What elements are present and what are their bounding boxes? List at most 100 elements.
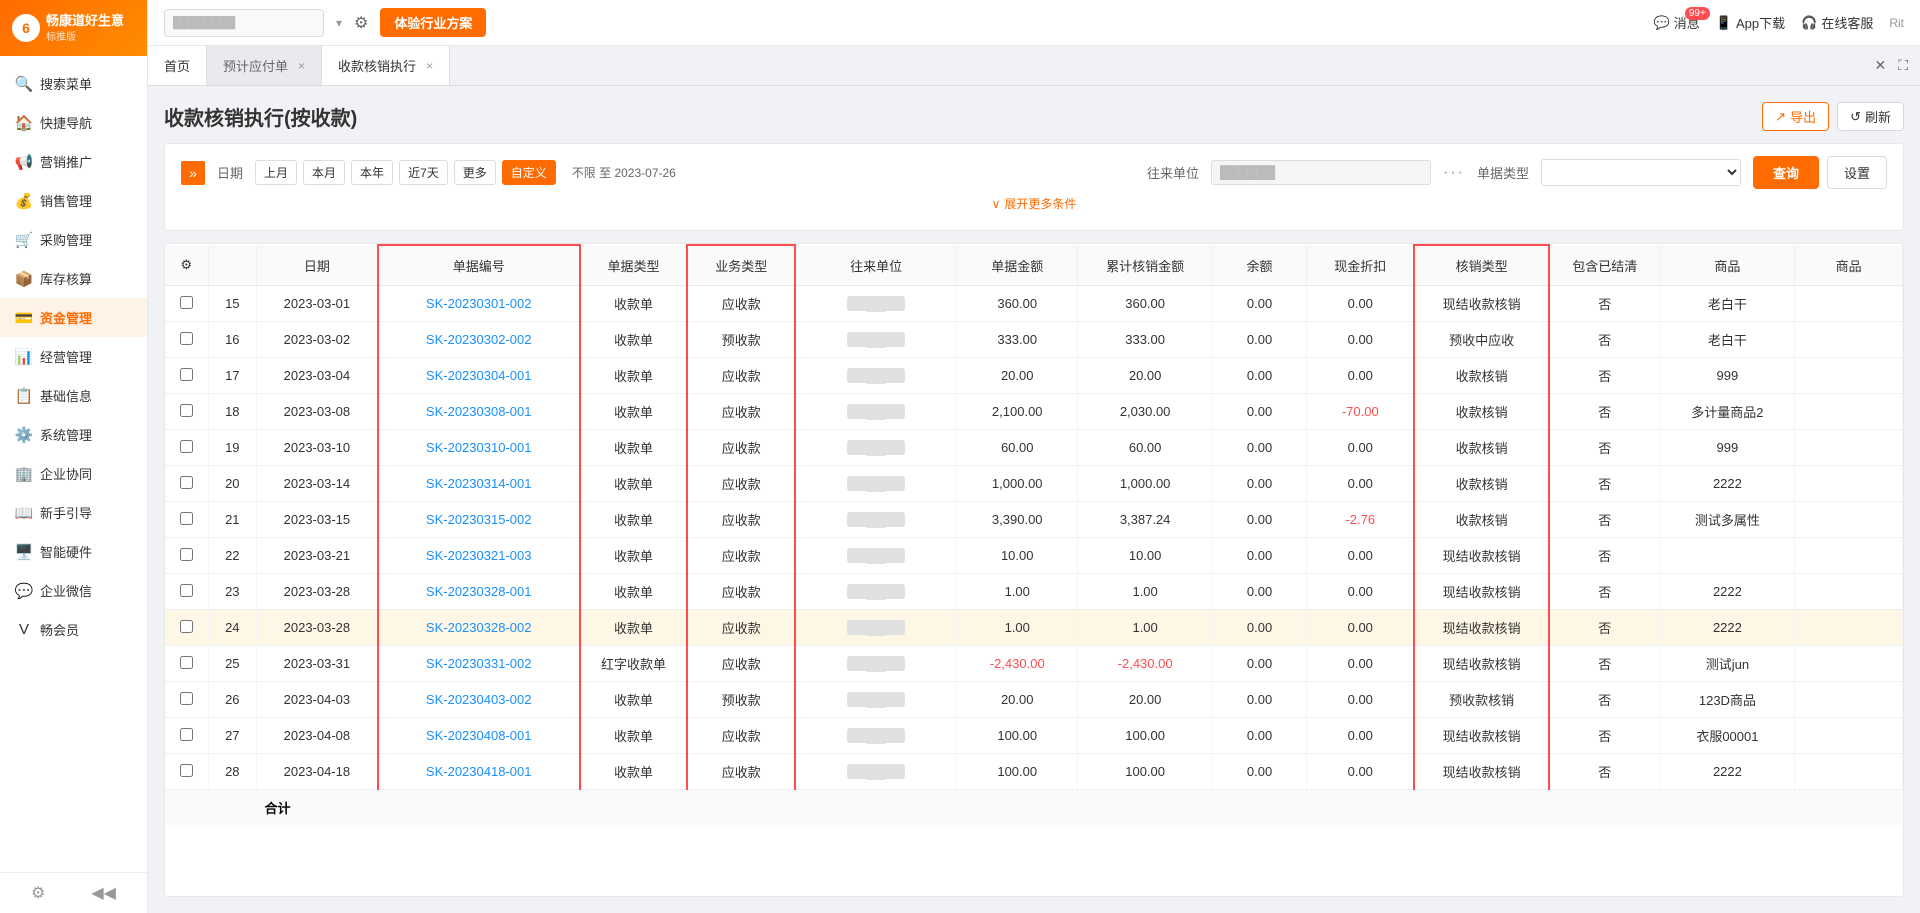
- cell-checkbox[interactable]: [165, 466, 208, 502]
- this-year-btn[interactable]: 本年: [351, 160, 393, 185]
- settings-footer-icon[interactable]: ⚙: [31, 883, 45, 903]
- row-checkbox[interactable]: [180, 332, 193, 345]
- tabbar-actions: ✕ ⛶: [1862, 46, 1920, 85]
- cell-checkbox[interactable]: [165, 538, 208, 574]
- expand-more-button[interactable]: ∨ 展开更多条件: [992, 195, 1077, 212]
- th-biz-type: 业务类型: [687, 245, 795, 286]
- row-checkbox[interactable]: [180, 296, 193, 309]
- cell-checkbox[interactable]: [165, 646, 208, 682]
- cell-checkbox[interactable]: [165, 574, 208, 610]
- export-button[interactable]: ↗ 导出: [1762, 102, 1829, 131]
- building-icon: 🏢: [16, 466, 32, 482]
- sidebar-item-system[interactable]: ⚙️ 系统管理: [0, 415, 147, 454]
- row-checkbox[interactable]: [180, 548, 193, 561]
- page-header: 收款核销执行(按收款) ↗ 导出 ↺ 刷新: [164, 102, 1904, 131]
- tab-collection[interactable]: 收款核销执行 ×: [322, 46, 450, 85]
- query-button[interactable]: 查询: [1753, 156, 1819, 189]
- partner-input-wrapper: [1211, 160, 1431, 185]
- collapse-icon[interactable]: ◀◀: [91, 883, 116, 903]
- sidebar-item-hardware[interactable]: 🖥️ 智能硬件: [0, 532, 147, 571]
- cell-checkbox[interactable]: [165, 286, 208, 322]
- th-settings[interactable]: ⚙: [165, 245, 208, 286]
- row-checkbox[interactable]: [180, 476, 193, 489]
- sidebar-item-wechat[interactable]: 💬 企业微信: [0, 571, 147, 610]
- row-checkbox[interactable]: [180, 584, 193, 597]
- row-checkbox[interactable]: [180, 368, 193, 381]
- cell-checkbox[interactable]: [165, 430, 208, 466]
- topbar-gear-icon[interactable]: ⚙: [354, 13, 368, 33]
- sidebar-item-marketing[interactable]: 📢 营销推广: [0, 142, 147, 181]
- online-service-button[interactable]: 🎧 在线客服: [1801, 13, 1873, 32]
- custom-date-btn[interactable]: 自定义: [502, 160, 556, 185]
- collection-tab-close-icon[interactable]: ×: [426, 59, 433, 73]
- sidebar-item-purchase[interactable]: 🛒 采购管理: [0, 220, 147, 259]
- row-checkbox[interactable]: [180, 440, 193, 453]
- cell-no: 21: [208, 502, 256, 538]
- this-month-btn[interactable]: 本月: [303, 160, 345, 185]
- tab-payable[interactable]: 预计应付单 ×: [207, 46, 322, 85]
- row-checkbox[interactable]: [180, 620, 193, 633]
- doc-no-link[interactable]: SK-20230308-001: [426, 404, 532, 419]
- sidebar-item-operations[interactable]: 📊 经营管理: [0, 337, 147, 376]
- last-7days-btn[interactable]: 近7天: [399, 160, 448, 185]
- sidebar-item-corp[interactable]: 🏢 企业协同: [0, 454, 147, 493]
- doc-no-link[interactable]: SK-20230328-002: [426, 620, 532, 635]
- row-checkbox[interactable]: [180, 404, 193, 417]
- doc-no-link[interactable]: SK-20230408-001: [426, 728, 532, 743]
- cell-date: 2023-04-08: [257, 718, 378, 754]
- message-button[interactable]: 💬 消息 99+: [1654, 13, 1700, 32]
- row-checkbox[interactable]: [180, 512, 193, 525]
- sidebar-item-quick[interactable]: 🏠 快捷导航: [0, 103, 147, 142]
- doc-no-link[interactable]: SK-20230403-002: [426, 692, 532, 707]
- cell-doc-type: 收款单: [580, 754, 688, 790]
- sidebar-item-inventory[interactable]: 📦 库存核算: [0, 259, 147, 298]
- app-download-button[interactable]: 📱 App下载: [1716, 13, 1785, 32]
- cell-checkbox[interactable]: [165, 322, 208, 358]
- row-checkbox[interactable]: [180, 764, 193, 777]
- doc-no-link[interactable]: SK-20230314-001: [426, 476, 532, 491]
- close-tab-icon[interactable]: ✕: [1874, 57, 1886, 74]
- cell-checkbox[interactable]: [165, 610, 208, 646]
- partner-input[interactable]: [1211, 160, 1431, 185]
- expand-tab-icon[interactable]: ⛶: [1898, 57, 1908, 74]
- user-name[interactable]: Rit: [1889, 16, 1904, 30]
- sidebar-item-basic[interactable]: 📋 基础信息: [0, 376, 147, 415]
- cell-checkbox[interactable]: [165, 394, 208, 430]
- cell-checkbox[interactable]: [165, 682, 208, 718]
- sidebar-item-search[interactable]: 🔍 搜索菜单: [0, 64, 147, 103]
- cell-checkbox[interactable]: [165, 718, 208, 754]
- doc-no-link[interactable]: SK-20230310-001: [426, 440, 532, 455]
- last-month-btn[interactable]: 上月: [255, 160, 297, 185]
- doc-no-link[interactable]: SK-20230331-002: [426, 656, 532, 671]
- sidebar-item-finance[interactable]: 💳 资金管理: [0, 298, 147, 337]
- sidebar-item-member[interactable]: V 畅会员: [0, 610, 147, 649]
- row-checkbox[interactable]: [180, 656, 193, 669]
- cell-checkbox[interactable]: [165, 358, 208, 394]
- doc-no-link[interactable]: SK-20230315-002: [426, 512, 532, 527]
- sidebar-item-sales[interactable]: 💰 销售管理: [0, 181, 147, 220]
- cell-discount: 0.00: [1307, 538, 1415, 574]
- topbar-search[interactable]: ████████: [164, 9, 324, 37]
- sidebar-item-guide[interactable]: 📖 新手引导: [0, 493, 147, 532]
- doc-no-link[interactable]: SK-20230328-001: [426, 584, 532, 599]
- cell-checkbox[interactable]: [165, 502, 208, 538]
- row-checkbox[interactable]: [180, 692, 193, 705]
- tab-home[interactable]: 首页: [148, 46, 207, 85]
- doc-no-link[interactable]: SK-20230418-001: [426, 764, 532, 779]
- doc-no-link[interactable]: SK-20230304-001: [426, 368, 532, 383]
- cell-verify-type: 现结收款核销: [1414, 610, 1549, 646]
- payable-tab-close-icon[interactable]: ×: [298, 59, 305, 73]
- row-checkbox[interactable]: [180, 728, 193, 741]
- doc-no-link[interactable]: SK-20230301-002: [426, 296, 532, 311]
- doc-no-link[interactable]: SK-20230321-003: [426, 548, 532, 563]
- settings-button[interactable]: 设置: [1827, 156, 1887, 189]
- more-options-icon[interactable]: ···: [1443, 164, 1465, 182]
- refresh-button[interactable]: ↺ 刷新: [1837, 102, 1904, 131]
- type-select[interactable]: [1541, 159, 1741, 186]
- doc-no-link[interactable]: SK-20230302-002: [426, 332, 532, 347]
- filter-toggle-button[interactable]: »: [181, 161, 205, 185]
- more-date-btn[interactable]: 更多: [454, 160, 496, 185]
- dropdown-arrow-icon[interactable]: ▾: [336, 16, 342, 30]
- cell-checkbox[interactable]: [165, 754, 208, 790]
- solution-button[interactable]: 体验行业方案: [380, 8, 486, 37]
